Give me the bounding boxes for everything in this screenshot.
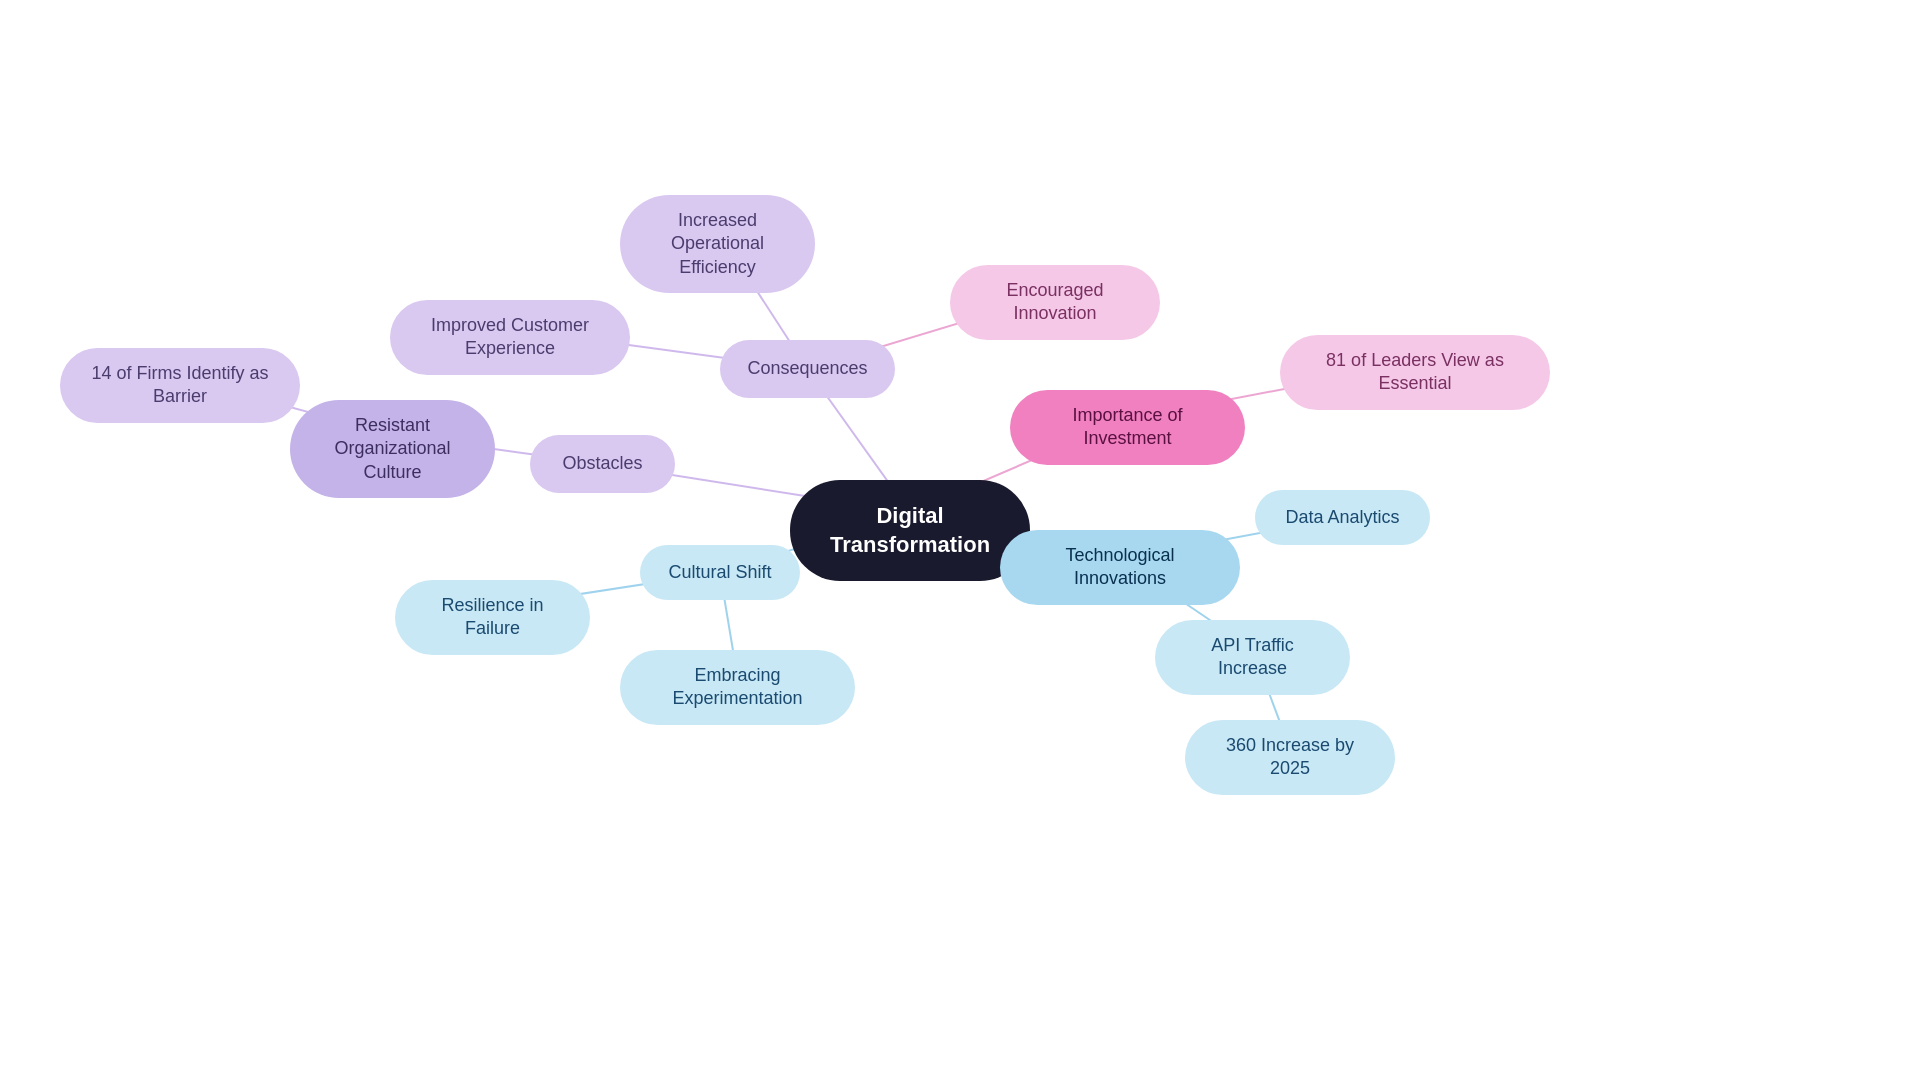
node-obstacles[interactable]: Obstacles — [530, 435, 675, 493]
node-embracing_experimentation[interactable]: Embracing Experimentation — [620, 650, 855, 725]
node-api_traffic[interactable]: API Traffic Increase — [1155, 620, 1350, 695]
node-improved_customer[interactable]: Improved Customer Experience — [390, 300, 630, 375]
node-data_analytics[interactable]: Data Analytics — [1255, 490, 1430, 545]
node-consequences[interactable]: Consequences — [720, 340, 895, 398]
node-center[interactable]: Digital Transformation — [790, 480, 1030, 581]
node-leaders_view[interactable]: 81 of Leaders View as Essential — [1280, 335, 1550, 410]
mindmap-container: Digital Transformation Consequences Increa… — [0, 0, 1920, 1083]
node-encouraged_innovation[interactable]: Encouraged Innovation — [950, 265, 1160, 340]
node-resilience_failure[interactable]: Resilience in Failure — [395, 580, 590, 655]
node-cultural_shift[interactable]: Cultural Shift — [640, 545, 800, 600]
node-technological_innovations[interactable]: Technological Innovations — [1000, 530, 1240, 605]
node-firms_barrier[interactable]: 14 of Firms Identify as Barrier — [60, 348, 300, 423]
node-increased_efficiency[interactable]: Increased Operational Efficiency — [620, 195, 815, 293]
node-resistant_culture[interactable]: Resistant Organizational Culture — [290, 400, 495, 498]
node-importance_investment[interactable]: Importance of Investment — [1010, 390, 1245, 465]
node-increase_2025[interactable]: 360 Increase by 2025 — [1185, 720, 1395, 795]
